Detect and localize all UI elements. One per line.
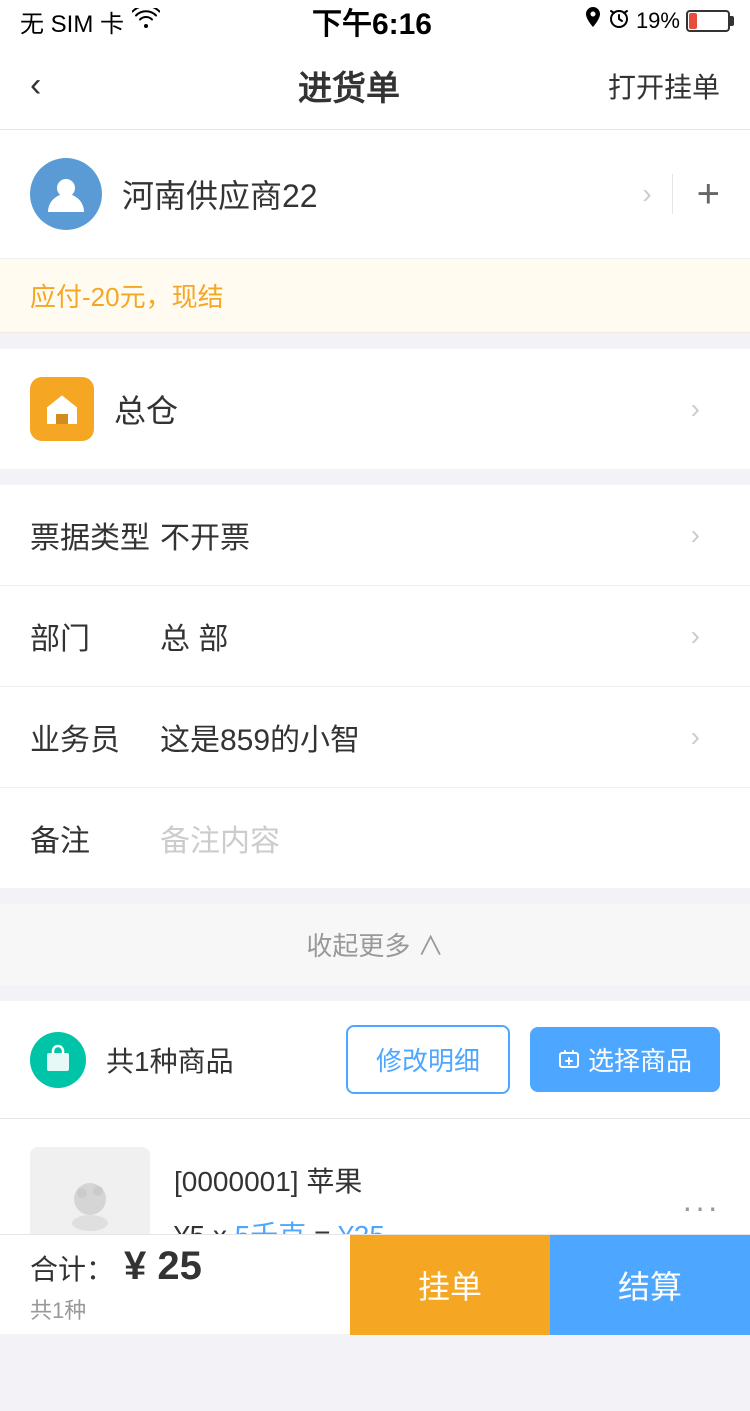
footer: 合计： ¥ 25 共1种 挂单 结算 — [0, 1234, 750, 1334]
products-count: 共1种商品 — [106, 1040, 326, 1080]
wifi-icon — [132, 7, 160, 35]
settle-button[interactable]: 结算 — [550, 1235, 750, 1335]
divider — [672, 174, 673, 214]
total-sub: 共1种 — [30, 1293, 320, 1325]
footer-total: 合计： ¥ 25 共1种 — [0, 1244, 350, 1325]
nav-bar: ‹ 进货单 打开挂单 — [0, 42, 750, 130]
supplier-row[interactable]: 河南供应商22 › + — [0, 130, 750, 259]
invoice-row[interactable]: 票据类型 不开票 › — [0, 485, 750, 586]
back-button[interactable]: ‹ — [30, 66, 90, 105]
warehouse-name: 总仓 — [114, 386, 691, 432]
status-right: 19% — [584, 7, 730, 35]
hang-button[interactable]: 挂单 — [350, 1235, 550, 1335]
salesman-row[interactable]: 业务员 这是859的小智 › — [0, 687, 750, 788]
product-title: 苹果 — [306, 1166, 362, 1197]
edit-details-button[interactable]: 修改明细 — [346, 1025, 510, 1094]
invoice-value: 不开票 — [160, 513, 691, 557]
product-id: [0000001] — [174, 1166, 299, 1197]
department-value: 总 部 — [160, 614, 691, 658]
department-row[interactable]: 部门 总 部 › — [0, 586, 750, 687]
product-more-button[interactable]: ··· — [682, 1189, 720, 1226]
collapse-button[interactable]: 收起更多 ∧ — [0, 904, 750, 985]
total-label: 合计： — [30, 1248, 114, 1288]
warehouse-chevron-icon: › — [691, 393, 700, 425]
salesman-value: 这是859的小智 — [160, 715, 691, 759]
remark-row[interactable]: 备注 备注内容 — [0, 788, 750, 888]
carrier-text: 无 SIM 卡 — [20, 4, 124, 39]
notice-banner: 应付-20元，现结 — [0, 259, 750, 333]
remark-label: 备注 — [30, 816, 160, 860]
products-icon — [30, 1032, 86, 1088]
status-left: 无 SIM 卡 — [20, 4, 160, 39]
warehouse-icon — [30, 377, 94, 441]
warehouse-row[interactable]: 总仓 › — [0, 349, 750, 469]
status-bar: 无 SIM 卡 下午6:16 19% — [0, 0, 750, 42]
salesman-chevron-icon: › — [691, 721, 700, 753]
total-row: 合计： ¥ 25 — [30, 1244, 320, 1289]
warehouse-section: 总仓 › — [0, 349, 750, 469]
invoice-label: 票据类型 — [30, 513, 160, 557]
supplier-avatar — [30, 158, 102, 230]
product-name: [0000001] 苹果 — [174, 1160, 658, 1200]
add-supplier-button[interactable]: + — [697, 172, 720, 217]
location-icon — [584, 7, 602, 35]
total-amount: ¥ 25 — [124, 1244, 202, 1289]
department-chevron-icon: › — [691, 620, 700, 652]
form-section: 票据类型 不开票 › 部门 总 部 › 业务员 这是859的小智 › 备注 备注… — [0, 485, 750, 888]
status-time: 下午6:16 — [312, 0, 432, 43]
remark-input[interactable]: 备注内容 — [160, 816, 720, 860]
battery-percent: 19% — [636, 8, 680, 34]
select-product-label: 选择商品 — [588, 1041, 692, 1078]
page-title: 进货单 — [298, 61, 400, 110]
invoice-chevron-icon: › — [691, 519, 700, 551]
supplier-section: 河南供应商22 › + 应付-20元，现结 — [0, 130, 750, 333]
supplier-chevron-icon: › — [642, 178, 651, 210]
battery-icon — [686, 10, 730, 32]
supplier-name: 河南供应商22 — [122, 171, 642, 217]
open-hang-button[interactable]: 打开挂单 — [608, 66, 720, 106]
salesman-label: 业务员 — [30, 715, 160, 759]
products-header: 共1种商品 修改明细 选择商品 — [0, 1001, 750, 1119]
select-product-button[interactable]: 选择商品 — [530, 1027, 720, 1092]
department-label: 部门 — [30, 614, 160, 658]
alarm-icon — [608, 7, 630, 35]
